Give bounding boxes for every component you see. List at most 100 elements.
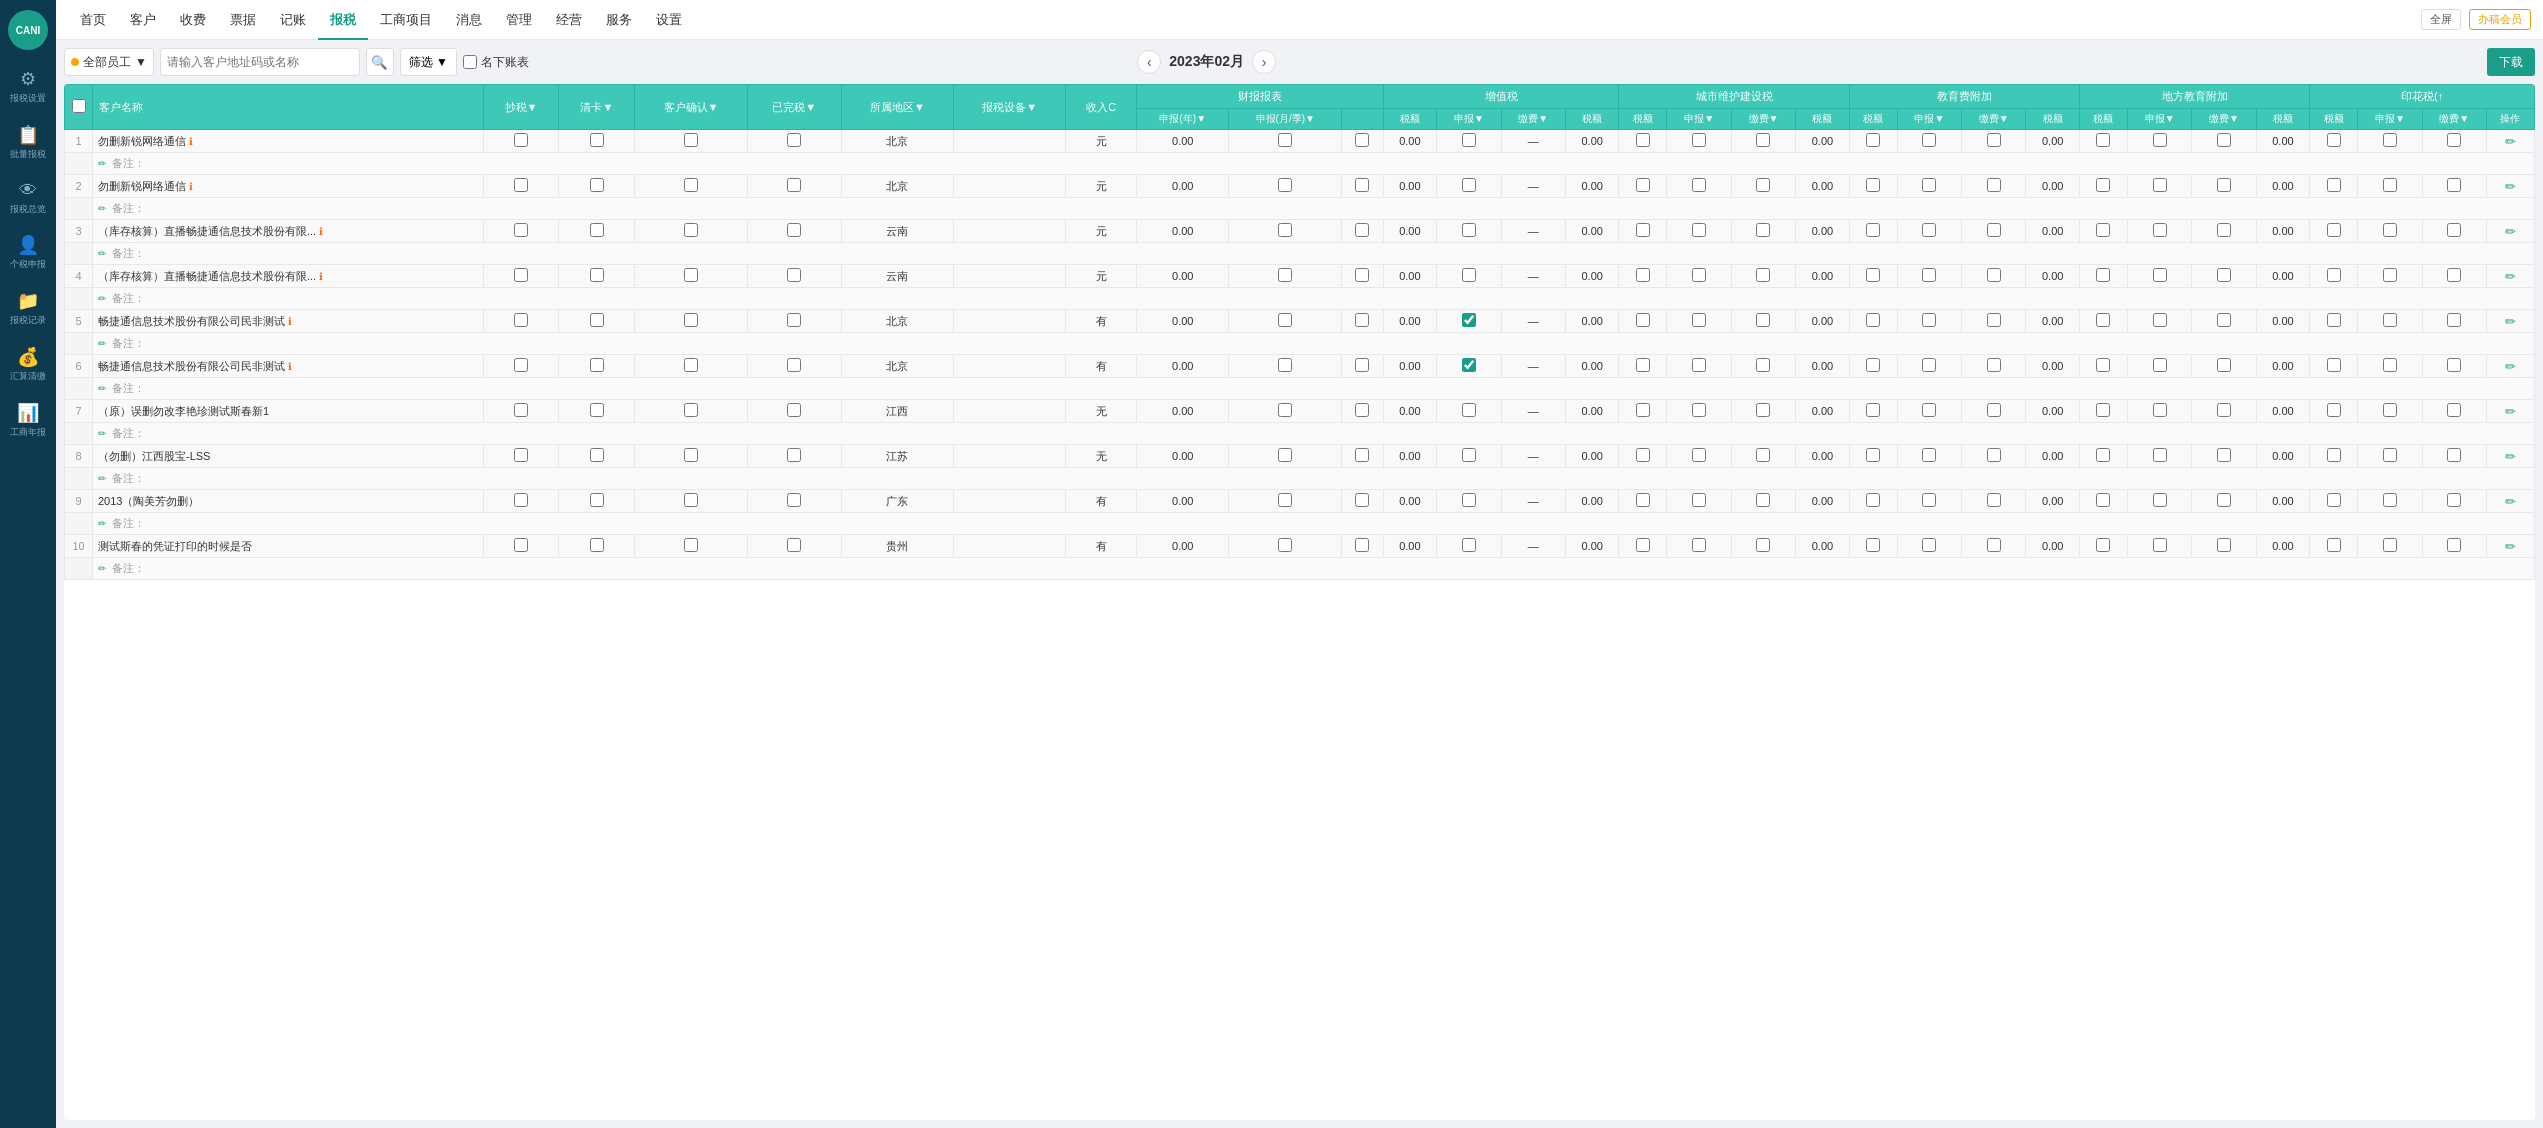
- edu-amount-cb[interactable]: [1866, 223, 1880, 237]
- fin-monthly-checkbox[interactable]: [1355, 358, 1369, 372]
- fin-annual-checkbox[interactable]: [1278, 493, 1292, 507]
- local-apply-cb[interactable]: [2153, 178, 2167, 192]
- stamp-pay-cb[interactable]: [2447, 268, 2461, 282]
- city-pay-cb[interactable]: [1756, 493, 1770, 507]
- local-apply-cb[interactable]: [2153, 223, 2167, 237]
- named-check-checkbox[interactable]: [463, 55, 477, 69]
- stamp-amount-cb[interactable]: [2327, 493, 2341, 507]
- chaoshu-checkbox[interactable]: [514, 358, 528, 372]
- city-apply-cb[interactable]: [1692, 223, 1706, 237]
- city-apply-cb[interactable]: [1692, 358, 1706, 372]
- sidebar-item-batch-tax[interactable]: 📋 批量报税: [0, 114, 56, 170]
- edu-pay-cb[interactable]: [1987, 448, 2001, 462]
- confirm-checkbox[interactable]: [684, 178, 698, 192]
- fin-annual-checkbox[interactable]: [1278, 358, 1292, 372]
- stamp-apply-cb[interactable]: [2383, 538, 2397, 552]
- edu-apply-cb[interactable]: [1922, 538, 1936, 552]
- city-amount-cb[interactable]: [1636, 313, 1650, 327]
- nav-billing[interactable]: 收费: [168, 0, 218, 40]
- city-amount-cb[interactable]: [1636, 403, 1650, 417]
- stamp-pay-cb[interactable]: [2447, 403, 2461, 417]
- paid-checkbox[interactable]: [787, 268, 801, 282]
- stamp-apply-cb[interactable]: [2383, 133, 2397, 147]
- sidebar-item-tax-overview[interactable]: 👁 报税总览: [0, 170, 56, 225]
- fin-annual-checkbox[interactable]: [1278, 133, 1292, 147]
- stamp-apply-cb[interactable]: [2383, 178, 2397, 192]
- city-pay-cb[interactable]: [1756, 403, 1770, 417]
- vat-apply-checkbox[interactable]: [1462, 448, 1476, 462]
- local-pay-cb[interactable]: [2217, 223, 2231, 237]
- local-amount-cb[interactable]: [2096, 133, 2110, 147]
- city-apply-cb[interactable]: [1692, 538, 1706, 552]
- prev-month-button[interactable]: ‹: [1137, 50, 1161, 74]
- edit-icon[interactable]: ✏: [2505, 134, 2516, 149]
- chaoshu-checkbox[interactable]: [514, 268, 528, 282]
- edu-amount-cb[interactable]: [1866, 133, 1880, 147]
- local-pay-cb[interactable]: [2217, 538, 2231, 552]
- chaoshu-checkbox[interactable]: [514, 448, 528, 462]
- vip-button[interactable]: 办稿会员: [2469, 9, 2531, 30]
- stamp-amount-cb[interactable]: [2327, 133, 2341, 147]
- edu-apply-cb[interactable]: [1922, 403, 1936, 417]
- qingka-checkbox[interactable]: [590, 313, 604, 327]
- edit-icon[interactable]: ✏: [2505, 449, 2516, 464]
- city-pay-cb[interactable]: [1756, 538, 1770, 552]
- local-pay-cb[interactable]: [2217, 403, 2231, 417]
- fin-monthly-checkbox[interactable]: [1355, 268, 1369, 282]
- stamp-apply-cb[interactable]: [2383, 223, 2397, 237]
- stamp-pay-cb[interactable]: [2447, 538, 2461, 552]
- city-amount-cb[interactable]: [1636, 178, 1650, 192]
- edit-icon[interactable]: ✏: [2505, 404, 2516, 419]
- qingka-checkbox[interactable]: [590, 133, 604, 147]
- city-pay-cb[interactable]: [1756, 133, 1770, 147]
- select-all-checkbox[interactable]: [72, 99, 86, 113]
- paid-checkbox[interactable]: [787, 403, 801, 417]
- edit-icon[interactable]: ✏: [2505, 314, 2516, 329]
- edu-amount-cb[interactable]: [1866, 493, 1880, 507]
- fin-monthly-checkbox[interactable]: [1355, 133, 1369, 147]
- city-pay-cb[interactable]: [1756, 223, 1770, 237]
- nav-home[interactable]: 首页: [68, 0, 118, 40]
- vat-apply-checkbox[interactable]: [1462, 538, 1476, 552]
- vat-apply-checkbox[interactable]: [1462, 358, 1476, 372]
- fin-annual-checkbox[interactable]: [1278, 448, 1292, 462]
- edit-icon[interactable]: ✏: [2505, 224, 2516, 239]
- qingka-checkbox[interactable]: [590, 358, 604, 372]
- city-pay-cb[interactable]: [1756, 358, 1770, 372]
- nav-service[interactable]: 服务: [594, 0, 644, 40]
- city-pay-cb[interactable]: [1756, 448, 1770, 462]
- next-month-button[interactable]: ›: [1252, 50, 1276, 74]
- fin-annual-checkbox[interactable]: [1278, 403, 1292, 417]
- paid-checkbox[interactable]: [787, 223, 801, 237]
- fin-annual-checkbox[interactable]: [1278, 313, 1292, 327]
- local-amount-cb[interactable]: [2096, 178, 2110, 192]
- fin-monthly-checkbox[interactable]: [1355, 223, 1369, 237]
- stamp-amount-cb[interactable]: [2327, 313, 2341, 327]
- vat-apply-checkbox[interactable]: [1462, 313, 1476, 327]
- local-pay-cb[interactable]: [2217, 268, 2231, 282]
- city-amount-cb[interactable]: [1636, 538, 1650, 552]
- edu-amount-cb[interactable]: [1866, 178, 1880, 192]
- city-amount-cb[interactable]: [1636, 223, 1650, 237]
- stamp-pay-cb[interactable]: [2447, 313, 2461, 327]
- search-button[interactable]: 🔍: [366, 48, 394, 76]
- local-pay-cb[interactable]: [2217, 313, 2231, 327]
- confirm-checkbox[interactable]: [684, 358, 698, 372]
- edu-amount-cb[interactable]: [1866, 448, 1880, 462]
- local-amount-cb[interactable]: [2096, 448, 2110, 462]
- vat-apply-checkbox[interactable]: [1462, 133, 1476, 147]
- edu-apply-cb[interactable]: [1922, 178, 1936, 192]
- chaoshu-checkbox[interactable]: [514, 133, 528, 147]
- stamp-apply-cb[interactable]: [2383, 403, 2397, 417]
- qingka-checkbox[interactable]: [590, 178, 604, 192]
- nav-invoice[interactable]: 票据: [218, 0, 268, 40]
- chaoshu-checkbox[interactable]: [514, 403, 528, 417]
- city-pay-cb[interactable]: [1756, 313, 1770, 327]
- local-amount-cb[interactable]: [2096, 358, 2110, 372]
- fin-monthly-checkbox[interactable]: [1355, 448, 1369, 462]
- qingka-checkbox[interactable]: [590, 448, 604, 462]
- city-amount-cb[interactable]: [1636, 493, 1650, 507]
- chaoshu-checkbox[interactable]: [514, 178, 528, 192]
- stamp-amount-cb[interactable]: [2327, 538, 2341, 552]
- stamp-pay-cb[interactable]: [2447, 223, 2461, 237]
